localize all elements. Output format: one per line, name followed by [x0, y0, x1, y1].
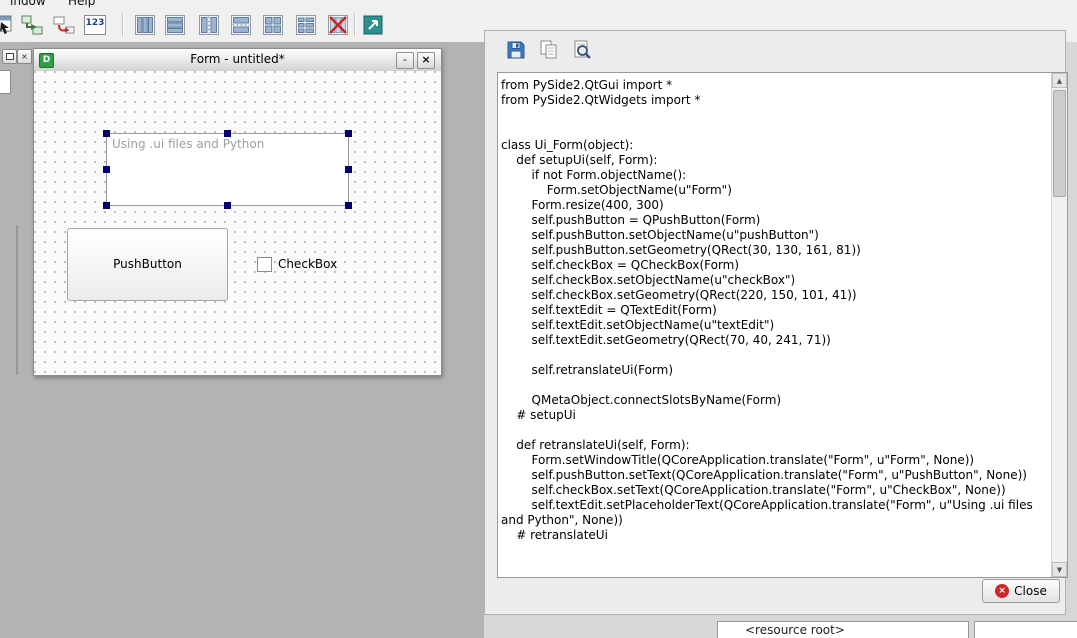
code-line: and Python", None)) — [501, 513, 1049, 528]
qt-designer-screen: indow Help 123 — [0, 0, 1077, 638]
layout-horizontal-icon[interactable] — [133, 13, 157, 37]
edit-buddies-icon[interactable] — [52, 13, 76, 37]
code-lines: from PySide2.QtGui import *from PySide2.… — [501, 78, 1049, 575]
code-line — [501, 123, 1049, 138]
layout-form-icon[interactable] — [294, 13, 318, 37]
scroll-down-icon: ▼ — [1057, 566, 1062, 574]
code-line: self.pushButton.setText(QCoreApplication… — [501, 468, 1049, 483]
edit-signals-slots-icon[interactable] — [20, 13, 44, 37]
code-view[interactable]: from PySide2.QtGui import *from PySide2.… — [497, 72, 1068, 578]
scroll-up-icon: ▲ — [1057, 77, 1062, 85]
selection-handle[interactable] — [103, 166, 110, 173]
code-preview-dialog: from PySide2.QtGui import *from PySide2.… — [484, 30, 1066, 615]
code-line: QMetaObject.connectSlotsByName(Form) — [501, 393, 1049, 408]
code-line: self.checkBox.setText(QCoreApplication.t… — [501, 483, 1049, 498]
close-button-label: Close — [1014, 584, 1047, 598]
menu-item-help[interactable]: Help — [68, 0, 95, 8]
selection-handle[interactable] — [345, 130, 352, 137]
edit-tab-order-icon[interactable]: 123 — [83, 13, 107, 37]
code-line: self.textEdit.setGeometry(QRect(70, 40, … — [501, 333, 1049, 348]
code-line: if not Form.objectName(): — [501, 168, 1049, 183]
code-line — [501, 378, 1049, 393]
edit-widgets-icon[interactable] — [0, 13, 15, 37]
code-line: self.pushButton = QPushButton(Form) — [501, 213, 1049, 228]
form-window-titlebar[interactable]: D Form - untitled* - × — [34, 49, 441, 72]
code-line: from PySide2.QtGui import * — [501, 78, 1049, 93]
selection-handle[interactable] — [345, 166, 352, 173]
pushbutton-widget[interactable]: PushButton — [67, 228, 228, 301]
code-line: self.pushButton.setObjectName(u"pushButt… — [501, 228, 1049, 243]
form-window-icon: D — [39, 53, 54, 68]
save-icon[interactable] — [504, 38, 528, 62]
selection-handle[interactable] — [345, 202, 352, 209]
widget-box-fragment — [0, 70, 11, 94]
toolbar-separator — [122, 14, 124, 36]
layout-vertical-splitter-icon[interactable] — [229, 13, 253, 37]
form-canvas[interactable]: Using .ui files and Python PushButton Ch… — [34, 71, 441, 375]
textedit-placeholder: Using .ui files and Python — [112, 137, 264, 151]
code-line: def retranslateUi(self, Form): — [501, 438, 1049, 453]
selection-handle[interactable] — [224, 130, 231, 137]
layout-grid-icon[interactable] — [261, 13, 285, 37]
selection-handle[interactable] — [224, 202, 231, 209]
minimize-button[interactable]: - — [396, 52, 414, 69]
code-line: self.checkBox.setGeometry(QRect(220, 150… — [501, 288, 1049, 303]
code-line: Form.setObjectName(u"Form") — [501, 183, 1049, 198]
textedit-widget[interactable]: Using .ui files and Python — [106, 133, 349, 206]
code-line — [501, 423, 1049, 438]
code-line: self.textEdit.setObjectName(u"textEdit") — [501, 318, 1049, 333]
dock-close-icon: × — [21, 51, 28, 62]
dock-close-button[interactable]: × — [17, 49, 32, 64]
tab-order-label: 123 — [85, 18, 105, 28]
code-line — [501, 108, 1049, 123]
widget-box-scrollbar-fragment[interactable] — [16, 225, 18, 375]
menubar: indow Help — [0, 0, 1077, 9]
scroll-down-button[interactable]: ▼ — [1052, 562, 1067, 577]
code-line: self.checkBox.setObjectName(u"checkBox") — [501, 273, 1049, 288]
checkbox-indicator[interactable] — [257, 257, 272, 272]
code-line: self.retranslateUi(Form) — [501, 363, 1049, 378]
break-layout-icon[interactable] — [326, 13, 350, 37]
resource-panel-fragment — [974, 621, 1077, 638]
find-icon[interactable] — [570, 38, 594, 62]
code-line: # setupUi — [501, 408, 1049, 423]
form-designer-window: D Form - untitled* - × Using .ui files a… — [33, 48, 442, 376]
adjust-size-icon[interactable] — [361, 13, 385, 37]
vertical-scrollbar[interactable]: ▲ ▼ — [1051, 73, 1067, 577]
float-icon — [6, 53, 14, 60]
layout-vertical-icon[interactable] — [163, 13, 187, 37]
code-line: from PySide2.QtWidgets import * — [501, 93, 1049, 108]
code-line: # retranslateUi — [501, 528, 1049, 543]
scroll-up-button[interactable]: ▲ — [1052, 73, 1067, 88]
dialog-toolbar — [504, 38, 594, 62]
code-line: class Ui_Form(object): — [501, 138, 1049, 153]
close-button[interactable]: × — [417, 52, 435, 69]
dialog-close-button[interactable]: × Close — [982, 579, 1060, 603]
code-line: self.textEdit.setPlaceholderText(QCoreAp… — [501, 498, 1049, 513]
code-line: Form.setWindowTitle(QCoreApplication.tra… — [501, 453, 1049, 468]
code-line: Form.resize(400, 300) — [501, 198, 1049, 213]
dock-float-button[interactable] — [2, 49, 17, 64]
resource-root-item[interactable]: <resource root> — [717, 621, 969, 638]
copy-icon[interactable] — [537, 38, 561, 62]
checkbox-label: CheckBox — [278, 257, 337, 271]
selection-handle[interactable] — [103, 130, 110, 137]
toolbar-separator — [354, 14, 356, 36]
code-line — [501, 348, 1049, 363]
close-circle-icon: × — [995, 584, 1009, 598]
mdi-area: × D Form - untitled* - × Using .ui files… — [0, 42, 484, 638]
code-line: def setupUi(self, Form): — [501, 153, 1049, 168]
menu-item-window[interactable]: indow — [10, 0, 46, 8]
checkbox-widget[interactable]: CheckBox — [257, 256, 337, 272]
selection-handle[interactable] — [103, 202, 110, 209]
form-window-title: Form - untitled* — [34, 49, 441, 70]
code-line: self.textEdit = QTextEdit(Form) — [501, 303, 1049, 318]
code-line: self.pushButton.setGeometry(QRect(30, 13… — [501, 243, 1049, 258]
scroll-thumb[interactable] — [1053, 90, 1066, 197]
layout-horizontal-splitter-icon[interactable] — [197, 13, 221, 37]
code-line: self.checkBox = QCheckBox(Form) — [501, 258, 1049, 273]
resource-root-label: <resource root> — [745, 623, 845, 637]
